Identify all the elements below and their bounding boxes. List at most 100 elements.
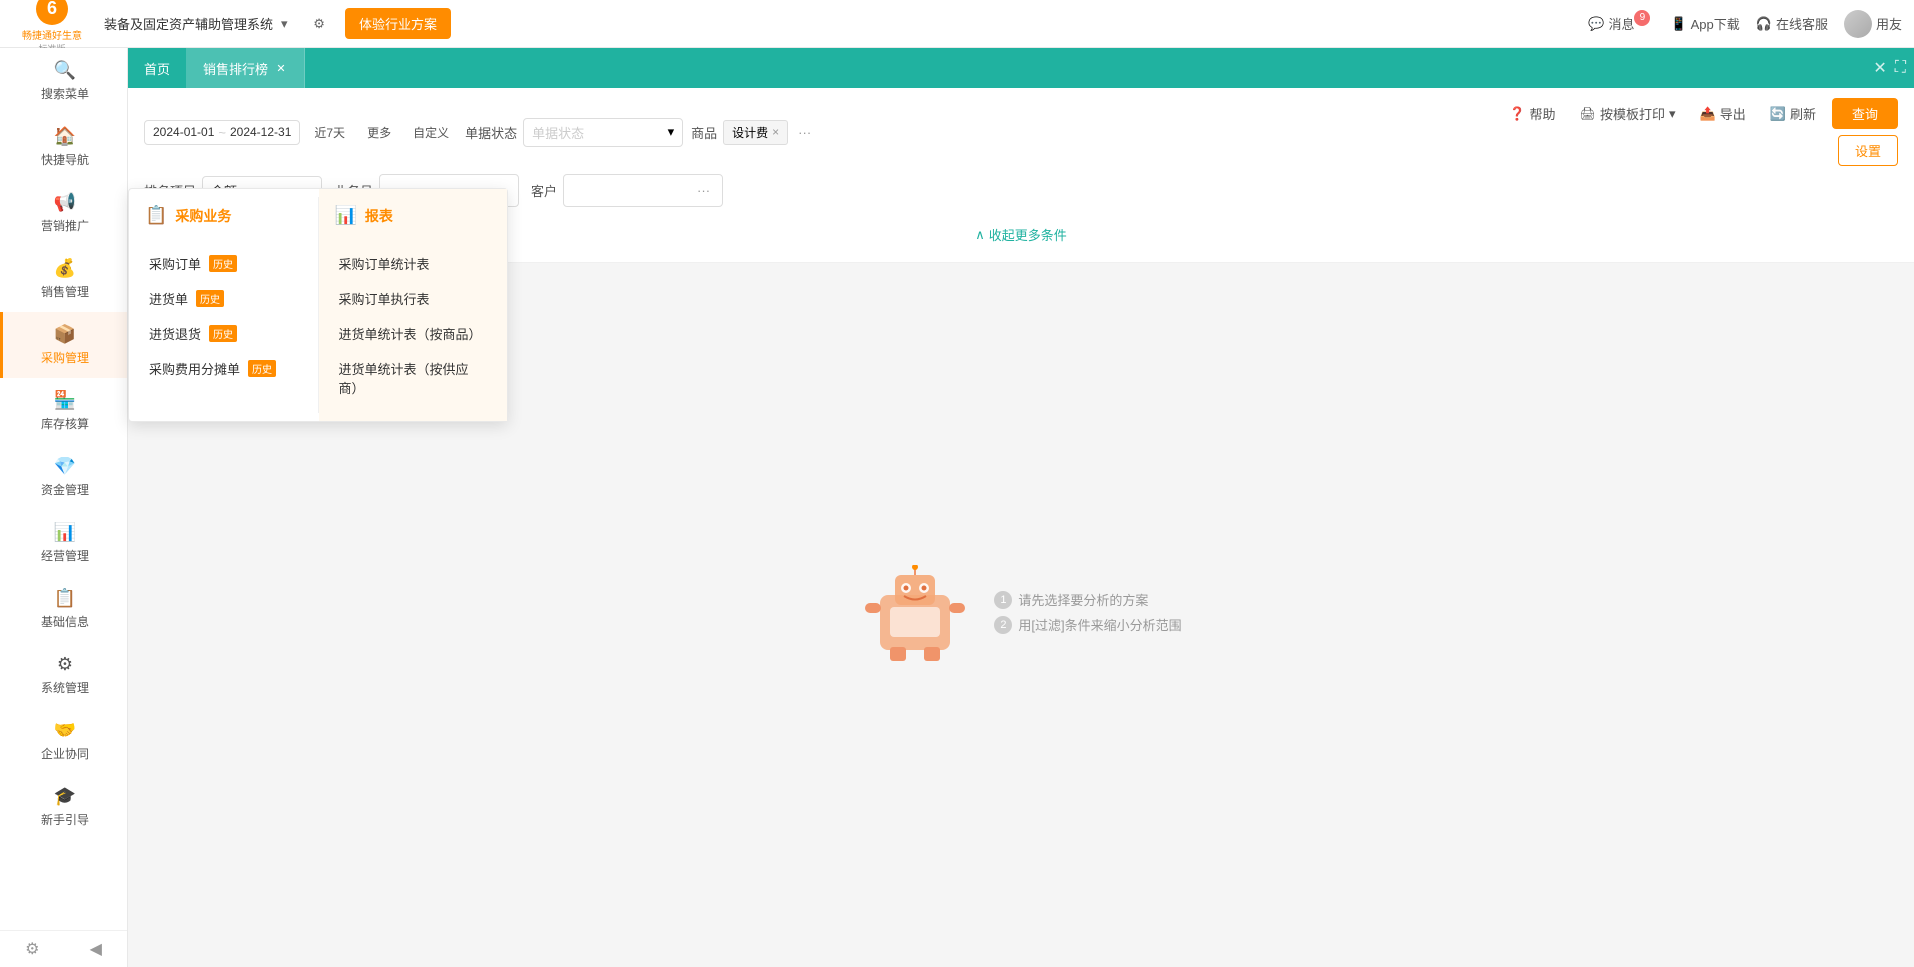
- customer-label: 客户: [531, 181, 557, 200]
- menu-item-purchase-order-stat[interactable]: 采购订单统计表: [335, 246, 492, 281]
- online-service-btn[interactable]: 🎧 在线客服: [1756, 14, 1828, 33]
- sidebar-label-guide: 新手引导: [41, 811, 89, 828]
- sidebar-item-marketing[interactable]: 📢 营销推广: [0, 180, 127, 246]
- industry-btn[interactable]: 体验行业方案: [345, 8, 451, 39]
- goods-tag: 设计费 ×: [723, 120, 788, 145]
- online-service-label: 在线客服: [1776, 14, 1828, 33]
- status-label: 单据状态: [465, 123, 517, 142]
- tab-close-all-btn[interactable]: ✕: [1873, 58, 1886, 78]
- report-section-label: 报表: [365, 206, 393, 226]
- finance-icon: 💎: [54, 456, 76, 477]
- step-2-icon: 2: [994, 616, 1012, 634]
- status-select[interactable]: 单据状态 ▾: [523, 118, 683, 147]
- purchase-order-label: 采购订单: [149, 254, 201, 273]
- message-btn[interactable]: 💬 消息 9: [1588, 14, 1654, 33]
- inbound-stat-supplier-label: 进货单统计表（按供应商）: [339, 359, 488, 397]
- refresh-icon: 🔄: [1770, 106, 1786, 122]
- menu-item-inbound-stat-goods[interactable]: 进货单统计表（按商品）: [335, 316, 492, 351]
- sidebar-item-search[interactable]: 🔍 搜索菜单: [0, 48, 127, 114]
- tab-expand-btn[interactable]: ⛶: [1895, 59, 1906, 77]
- print-btn[interactable]: 🖨 按模板打印 ▾: [1572, 100, 1684, 127]
- marketing-icon: 📢: [54, 192, 76, 213]
- sidebar-item-guide[interactable]: 🎓 新手引导: [0, 774, 127, 840]
- export-btn[interactable]: 📤 导出: [1692, 100, 1754, 127]
- sidebar-settings-btn[interactable]: ⚙: [25, 939, 39, 959]
- sidebar-item-finance[interactable]: 💎 资金管理: [0, 444, 127, 510]
- sidebar-item-basic[interactable]: 📋 基础信息: [0, 576, 127, 642]
- status-dropdown-icon: ▾: [668, 124, 675, 140]
- sidebar-label-business: 经营管理: [41, 547, 89, 564]
- quick-7days[interactable]: 近7天: [306, 121, 353, 144]
- sidebar-item-enterprise[interactable]: 🤝 企业协同: [0, 708, 127, 774]
- sidebar-item-sales[interactable]: 💰 销售管理: [0, 246, 127, 312]
- settings-row: 设置: [1838, 135, 1898, 166]
- sidebar-item-inventory[interactable]: 🏪 库存核算: [0, 378, 127, 444]
- status-value: 单据状态: [532, 123, 667, 142]
- collapse-label: 收起更多条件: [989, 225, 1067, 244]
- menu-item-inbound[interactable]: 进货单 历史: [145, 281, 302, 316]
- main-area: 🔍 搜索菜单 🏠 快捷导航 📢 营销推广 💰 销售管理 📦 采购管理 🏪: [0, 48, 1914, 967]
- sidebar-item-system[interactable]: ⚙ 系统管理: [0, 642, 127, 708]
- empty-line-1: 请先选择要分析的方案: [1018, 590, 1148, 609]
- sidebar-label-finance: 资金管理: [41, 481, 89, 498]
- app-download-btn[interactable]: 📱 App下载: [1670, 14, 1739, 33]
- settings-icon[interactable]: ⚙: [305, 10, 333, 38]
- content-area: 首页 销售排行榜 ✕ ✕ ⛶ 2024-01-01: [128, 48, 1914, 967]
- tab-home[interactable]: 首页: [128, 48, 187, 88]
- logo-char: 6: [47, 0, 57, 19]
- sales-icon: 💰: [54, 258, 76, 279]
- purchase-fee-badge: 历史: [248, 360, 276, 377]
- purchase-section-label: 采购业务: [175, 206, 231, 226]
- sidebar-label-marketing: 营销推广: [41, 217, 89, 234]
- date-end: 2024-12-31: [230, 125, 291, 139]
- menu-item-inbound-stat-supplier[interactable]: 进货单统计表（按供应商）: [335, 351, 492, 405]
- top-actions: ❓ 帮助 🖨 按模板打印 ▾ 📤 导出: [1501, 98, 1898, 129]
- collapse-btn[interactable]: ∧ 收起更多条件: [975, 225, 1067, 244]
- goods-tag-close[interactable]: ×: [772, 125, 779, 139]
- goods-tag-text: 设计费: [732, 124, 768, 141]
- sidebar-bottom: ⚙ ◀: [0, 930, 127, 967]
- customer-more[interactable]: ···: [693, 179, 714, 202]
- app-download-label: App下载: [1691, 14, 1740, 33]
- sidebar-collapse-btn[interactable]: ◀: [90, 939, 102, 959]
- sidebar-item-quick-nav[interactable]: 🏠 快捷导航: [0, 114, 127, 180]
- customer-filter: 客户 ···: [531, 174, 723, 207]
- user-btn[interactable]: 用友: [1844, 10, 1902, 38]
- sidebar-label-search: 搜索菜单: [41, 85, 89, 102]
- quick-custom[interactable]: 自定义: [405, 121, 457, 144]
- system-icon: ⚙: [57, 654, 73, 675]
- status-filter: 单据状态 单据状态 ▾: [465, 118, 683, 147]
- help-btn[interactable]: ❓ 帮助: [1501, 100, 1563, 127]
- quick-more[interactable]: 更多: [359, 121, 399, 144]
- tab-home-label: 首页: [144, 59, 170, 78]
- menu-item-purchase-fee[interactable]: 采购费用分摊单 历史: [145, 351, 302, 386]
- help-icon: ❓: [1509, 106, 1525, 122]
- goods-more-btn[interactable]: ···: [794, 121, 815, 144]
- menu-item-purchase-order[interactable]: 采购订单 历史: [145, 246, 302, 281]
- filter-toolbar: 2024-01-01 ~ 2024-12-31 近7天 更多 自定义 单据状态 …: [144, 98, 1898, 166]
- date-start: 2024-01-01: [153, 125, 214, 139]
- query-btn[interactable]: 查询: [1832, 98, 1898, 129]
- inbound-label: 进货单: [149, 289, 188, 308]
- tab-close-btn[interactable]: ✕: [274, 61, 288, 75]
- business-icon: 📊: [54, 522, 76, 543]
- sidebar-item-purchase[interactable]: 📦 采购管理: [0, 312, 127, 378]
- empty-line-2: 用[过滤]条件来缩小分析范围: [1018, 615, 1181, 634]
- report-menu-section: 📊 报表 采购订单统计表 采购订单执行表 进货单统计表（按商品） 进货单统计表（…: [319, 189, 508, 421]
- tab-sales-rank[interactable]: 销售排行榜 ✕: [187, 48, 305, 88]
- top-right-area: 💬 消息 9 📱 App下载 🎧 在线客服 用友: [1588, 10, 1902, 38]
- dropdown-icon[interactable]: ▾: [281, 16, 297, 32]
- goods-filter: 商品 设计费 × ···: [691, 120, 815, 145]
- settings-btn[interactable]: 设置: [1838, 135, 1898, 166]
- menu-item-purchase-order-exec[interactable]: 采购订单执行表: [335, 281, 492, 316]
- date-filter: 2024-01-01 ~ 2024-12-31 近7天 更多 自定义: [144, 120, 457, 145]
- refresh-btn[interactable]: 🔄 刷新: [1762, 100, 1824, 127]
- sidebar-item-business[interactable]: 📊 经营管理: [0, 510, 127, 576]
- sidebar-label-system: 系统管理: [41, 679, 89, 696]
- customer-select[interactable]: ···: [563, 174, 723, 207]
- menu-item-inbound-return[interactable]: 进货退货 历史: [145, 316, 302, 351]
- collapse-icon: ∧: [975, 227, 985, 243]
- enterprise-icon: 🤝: [54, 720, 76, 741]
- sidebar-label-quick-nav: 快捷导航: [41, 151, 89, 168]
- guide-icon: 🎓: [54, 786, 76, 807]
